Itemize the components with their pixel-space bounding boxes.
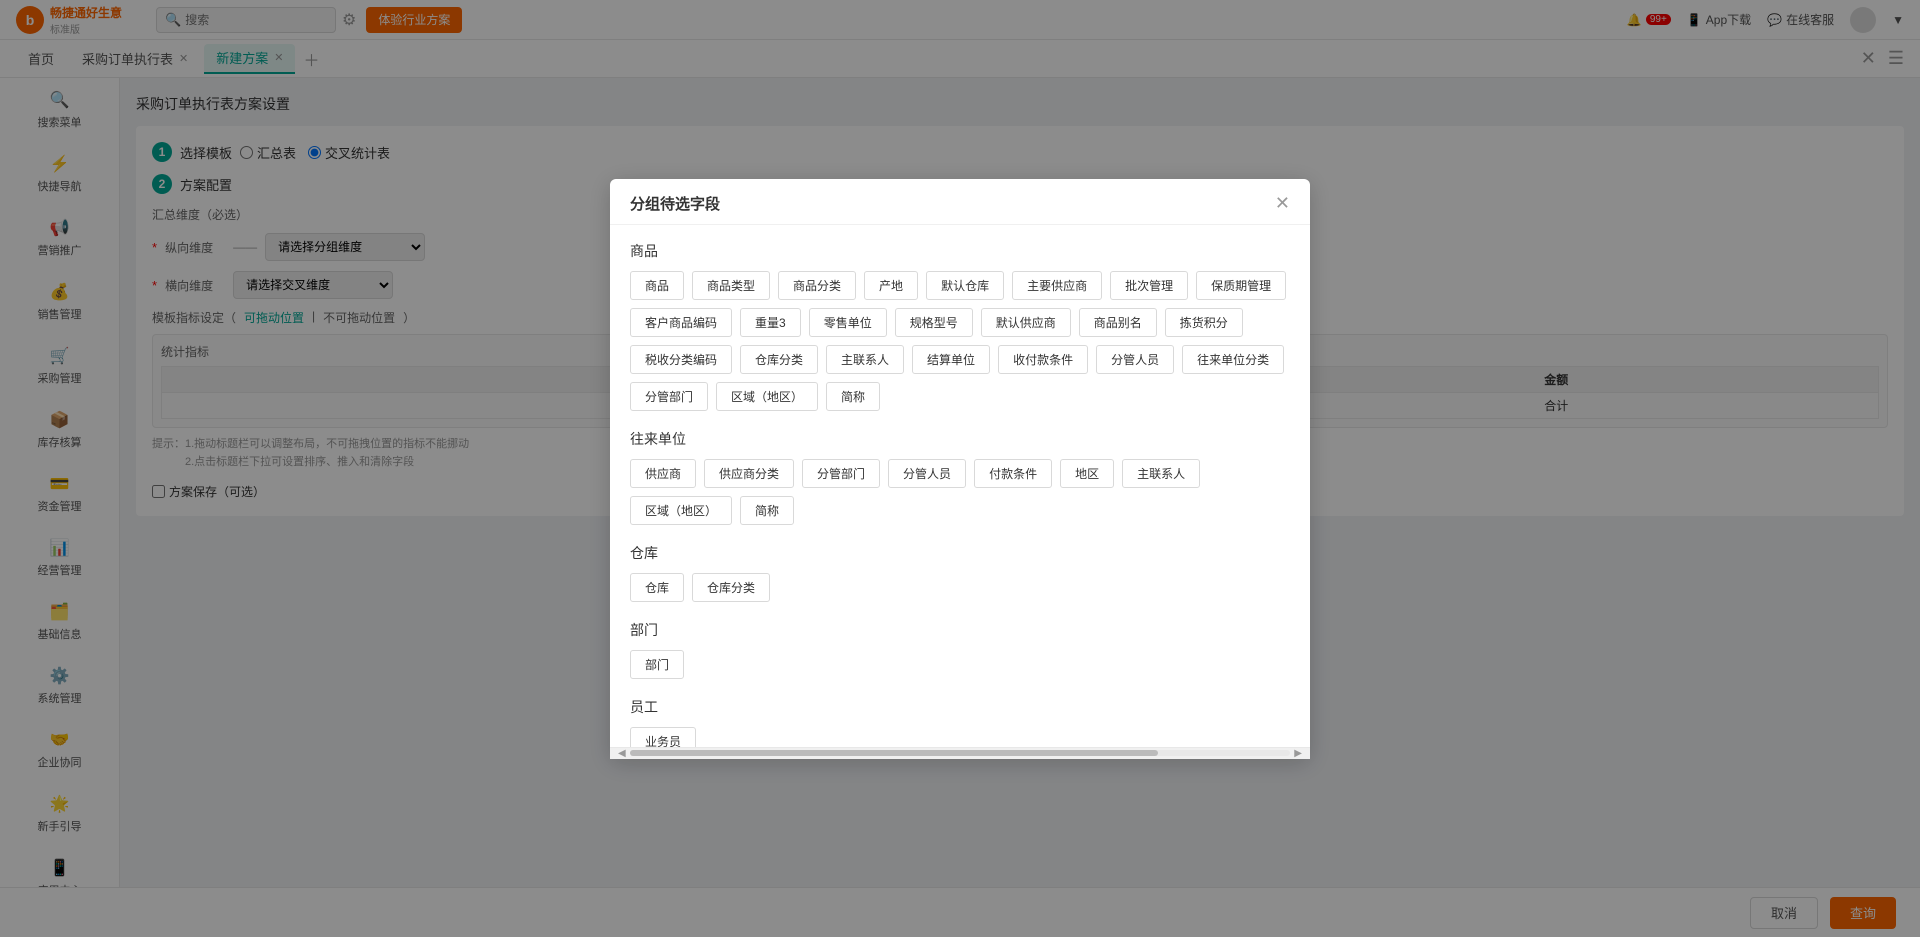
field-section-1: 往来单位供应商供应商分类分管部门分管人员付款条件地区主联系人区域（地区） 简称	[630, 429, 1290, 525]
modal-body[interactable]: 商品商品商品类型商品分类产地默认仓库主要供应商批次管理保质期管理客户商品编码重量…	[610, 225, 1310, 747]
field-chip-0-5[interactable]: 主要供应商	[1012, 271, 1102, 300]
scroll-track	[630, 750, 1291, 756]
field-section-2: 仓库仓库仓库分类	[630, 543, 1290, 602]
field-chip-1-7[interactable]: 区域（地区）	[630, 496, 732, 525]
field-chip-0-13[interactable]: 商品别名	[1079, 308, 1157, 337]
field-chip-0-10[interactable]: 零售单位	[809, 308, 887, 337]
field-chip-0-11[interactable]: 规格型号	[895, 308, 973, 337]
field-chip-0-7[interactable]: 保质期管理	[1196, 271, 1286, 300]
field-chip-0-9[interactable]: 重量3	[740, 308, 801, 337]
field-section-title-0: 商品	[630, 241, 1290, 261]
modal-close-button[interactable]: ✕	[1275, 194, 1290, 212]
field-chip-1-1[interactable]: 供应商分类	[704, 459, 794, 488]
field-chip-1-6[interactable]: 主联系人	[1122, 459, 1200, 488]
field-chip-0-0[interactable]: 商品	[630, 271, 684, 300]
scroll-right-arrow[interactable]: ▶	[1290, 748, 1306, 759]
field-chip-0-12[interactable]: 默认供应商	[981, 308, 1071, 337]
field-chip-1-5[interactable]: 地区	[1060, 459, 1114, 488]
field-chip-0-1[interactable]: 商品类型	[692, 271, 770, 300]
field-chip-0-8[interactable]: 客户商品编码	[630, 308, 732, 337]
field-grid-2: 仓库仓库分类	[630, 573, 1290, 602]
field-section-title-1: 往来单位	[630, 429, 1290, 449]
field-grid-3: 部门	[630, 650, 1290, 679]
field-chip-0-3[interactable]: 产地	[864, 271, 918, 300]
field-grid-4: 业务员	[630, 727, 1290, 747]
field-section-3: 部门部门	[630, 620, 1290, 679]
field-chip-0-23[interactable]: 区域（地区）	[716, 382, 818, 411]
field-chip-0-14[interactable]: 拣货积分	[1165, 308, 1243, 337]
field-chip-1-8[interactable]: 简称	[740, 496, 794, 525]
scroll-left-arrow[interactable]: ◀	[614, 748, 630, 759]
field-chip-0-2[interactable]: 商品分类	[778, 271, 856, 300]
field-chip-0-17[interactable]: 主联系人	[826, 345, 904, 374]
field-chip-0-15[interactable]: 税收分类编码	[630, 345, 732, 374]
field-grid-1: 供应商供应商分类分管部门分管人员付款条件地区主联系人区域（地区） 简称	[630, 459, 1290, 525]
scroll-thumb	[630, 750, 1158, 756]
field-chip-0-16[interactable]: 仓库分类	[740, 345, 818, 374]
field-section-title-3: 部门	[630, 620, 1290, 640]
modal-title: 分组待选字段	[630, 193, 720, 214]
field-chip-0-6[interactable]: 批次管理	[1110, 271, 1188, 300]
field-chip-0-24[interactable]: 简称	[826, 382, 880, 411]
field-chip-4-0[interactable]: 业务员	[630, 727, 696, 747]
modal-header: 分组待选字段 ✕	[610, 179, 1310, 225]
field-chip-2-0[interactable]: 仓库	[630, 573, 684, 602]
modal-horizontal-scrollbar[interactable]: ◀ ▶	[610, 747, 1310, 759]
field-chip-3-0[interactable]: 部门	[630, 650, 684, 679]
field-chip-1-2[interactable]: 分管部门	[802, 459, 880, 488]
field-chip-0-20[interactable]: 分管人员	[1096, 345, 1174, 374]
field-chip-0-4[interactable]: 默认仓库	[926, 271, 1004, 300]
field-section-4: 员工业务员	[630, 697, 1290, 747]
modal-overlay: 分组待选字段 ✕ 商品商品商品类型商品分类产地默认仓库主要供应商批次管理保质期管…	[0, 0, 1920, 937]
modal: 分组待选字段 ✕ 商品商品商品类型商品分类产地默认仓库主要供应商批次管理保质期管…	[610, 179, 1310, 759]
field-chip-1-3[interactable]: 分管人员	[888, 459, 966, 488]
field-chip-0-22[interactable]: 分管部门	[630, 382, 708, 411]
field-section-0: 商品商品商品类型商品分类产地默认仓库主要供应商批次管理保质期管理客户商品编码重量…	[630, 241, 1290, 411]
field-chip-1-0[interactable]: 供应商	[630, 459, 696, 488]
field-chip-0-21[interactable]: 往来单位分类	[1182, 345, 1284, 374]
field-chip-0-19[interactable]: 收付款条件	[998, 345, 1088, 374]
field-section-title-2: 仓库	[630, 543, 1290, 563]
field-chip-0-18[interactable]: 结算单位	[912, 345, 990, 374]
field-chip-2-1[interactable]: 仓库分类	[692, 573, 770, 602]
field-section-title-4: 员工	[630, 697, 1290, 717]
field-grid-0: 商品商品类型商品分类产地默认仓库主要供应商批次管理保质期管理客户商品编码重量3 零…	[630, 271, 1290, 411]
field-chip-1-4[interactable]: 付款条件	[974, 459, 1052, 488]
